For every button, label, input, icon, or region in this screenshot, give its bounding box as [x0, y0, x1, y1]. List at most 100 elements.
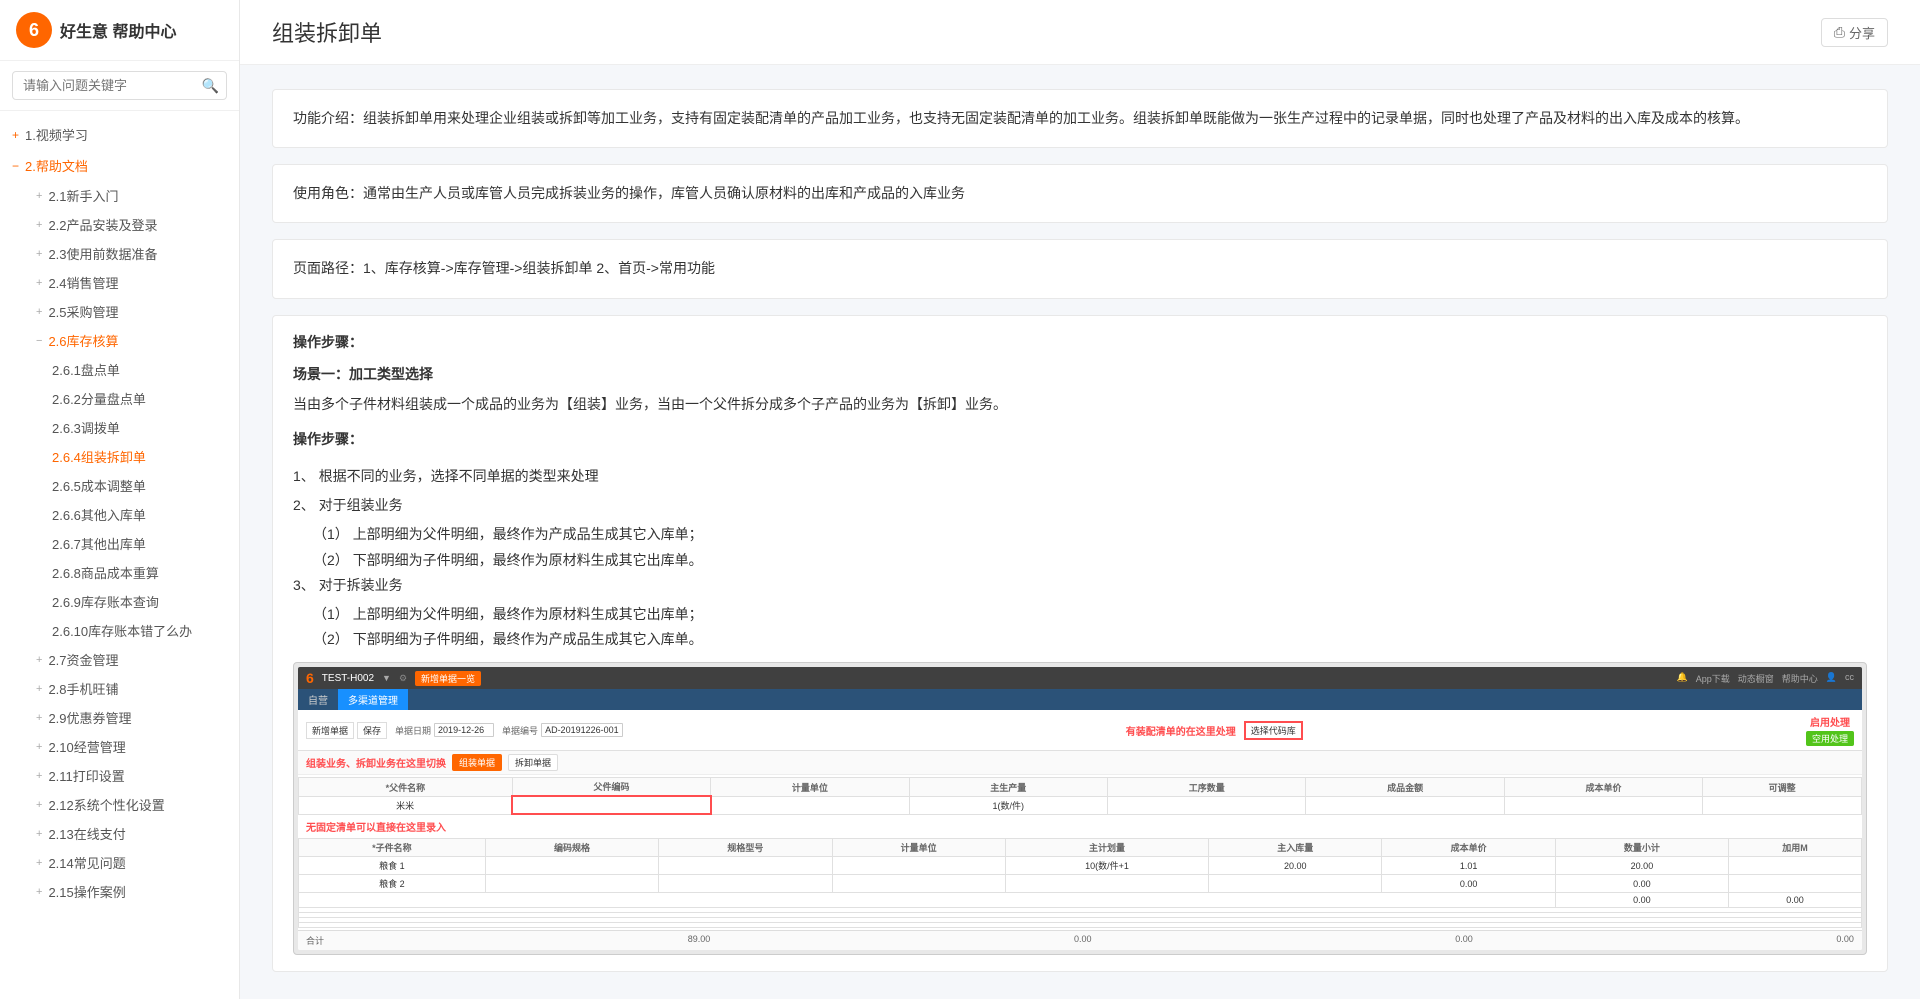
ss-lower-th-0: *子件名称 [299, 839, 486, 857]
ss-lower-r1-c7: 0.00 [1555, 875, 1728, 893]
ss-form-type-btns: 新增单据 保存 [306, 722, 387, 739]
ss-tab-row: 自营 多渠道管理 [298, 689, 1862, 710]
plus-icon: + [12, 128, 19, 142]
ss-upper-table-container: *父件名称 父件编码 计量单位 主生产量 工序数量 成品金额 成本单价 可调整 [298, 775, 1862, 817]
ss-btn-save[interactable]: 保存 [357, 722, 387, 739]
sidebar-item-docs-29[interactable]: + 2.9优惠券管理 [24, 703, 239, 732]
sidebar-item-docs-23[interactable]: + 2.3使用前数据准备 [24, 239, 239, 268]
ss-confirm-btn[interactable]: 选择代码库 [1244, 721, 1303, 740]
ss-lower-th-2: 规格型号 [659, 839, 832, 857]
ss-annotation-4: 无固定清单可以直接在这里录入 [306, 819, 446, 834]
ss-confirm-group: 选择代码库 [1244, 721, 1303, 740]
ss-type-btn-1[interactable]: 组装单据 [452, 754, 502, 771]
plus-icon: + [36, 828, 42, 840]
sidebar-item-label: 1.视频学习 [25, 125, 88, 144]
plus-icon: + [36, 190, 42, 202]
plus-icon: + [36, 654, 42, 666]
ss-tab-duoqudao[interactable]: 多渠道管理 [338, 689, 408, 710]
sidebar-item-docs-21[interactable]: + 2.1新手入门 [24, 181, 239, 210]
ss-upper-th-4: 工序数量 [1108, 778, 1306, 797]
share-button[interactable]: ⎙ 分享 [1821, 18, 1888, 47]
table-row: 粮食 1 10(数/件+1 20.00 1.01 20.00 [299, 857, 1862, 875]
sidebar-sub-269[interactable]: 2.6.9库存账本查询 [40, 587, 239, 616]
search-icon[interactable]: 🔍 [202, 77, 219, 94]
ss-footer-total-4: 0.00 [1836, 934, 1854, 947]
content-header: 组装拆卸单 ⎙ 分享 [240, 0, 1920, 65]
ss-upper-th-7: 可调整 [1703, 778, 1862, 797]
ss-header-bar: 6 TEST-H002 ▼ ⚙ 新增单据一览 🔔 App下载 动态橱窗 帮助中心… [298, 667, 1862, 689]
ss-approve-btn[interactable]: 空用处理 [1806, 731, 1854, 746]
ss-upper-table: *父件名称 父件编码 计量单位 主生产量 工序数量 成品金额 成本单价 可调整 [298, 777, 1862, 815]
ss-lower-r1-c3 [832, 875, 1005, 893]
sidebar-sub-262[interactable]: 2.6.2分量盘点单 [40, 384, 239, 413]
ss-date-group: 单据日期 2019-12-26 [395, 723, 494, 737]
sidebar-item-docs-24[interactable]: + 2.4销售管理 [24, 268, 239, 297]
ss-lower-r1-c4 [1005, 875, 1208, 893]
sidebar-item-docs-215[interactable]: + 2.15操作案例 [24, 877, 239, 906]
steps-list: 操作步骤： 1、 根据不同的业务，选择不同单据的类型来处理 2、 对于组装业务 … [293, 427, 1867, 653]
sidebar-sub-265[interactable]: 2.6.5成本调整单 [40, 471, 239, 500]
plus-icon: + [36, 741, 42, 753]
nav-tree: + 1.视频学习 − 2.帮助文档 + 2.1新手入门 + 2.2产品安装及登录 [0, 111, 239, 999]
ss-date-input[interactable]: 2019-12-26 [434, 723, 494, 737]
sidebar-item-docs-213[interactable]: + 2.13在线支付 [24, 819, 239, 848]
ss-annotation-area: 有装配清单的在这里处理 选择代码库 [631, 721, 1798, 740]
ss-type-btn-2[interactable]: 拆卸单据 [508, 754, 558, 771]
step-2: 2、 对于组装业务 [293, 493, 1867, 518]
ss-num-group: 单据编号 AD-20191226-001 [502, 723, 623, 737]
sidebar-header: 6 好生意 帮助中心 [0, 0, 239, 61]
sidebar-item-docs-26[interactable]: − 2.6库存核算 [24, 326, 239, 355]
ss-btn-new[interactable]: 新增单据 [306, 722, 354, 739]
sidebar-item-docs-28[interactable]: + 2.8手机旺铺 [24, 674, 239, 703]
ss-tab-ziying[interactable]: 自营 [298, 689, 338, 710]
sidebar-item-docs[interactable]: − 2.帮助文档 + 2.1新手入门 + 2.2产品安装及登录 + 2.3使用前… [0, 150, 239, 906]
ss-footer-total-1: 89.00 [688, 934, 711, 947]
sidebar-sub-266[interactable]: 2.6.6其他入库单 [40, 500, 239, 529]
sidebar-item-docs-27[interactable]: + 2.7资金管理 [24, 645, 239, 674]
sidebar-item-docs-212[interactable]: + 2.12系统个性化设置 [24, 790, 239, 819]
sidebar-item-docs-214[interactable]: + 2.14常见问题 [24, 848, 239, 877]
table-row: 0.000.00 [299, 893, 1862, 908]
ss-lower-r0-c8 [1729, 857, 1862, 875]
sidebar-item-docs-211[interactable]: + 2.11打印设置 [24, 761, 239, 790]
ss-lower-r1-c1 [485, 875, 658, 893]
role-block: 使用角色：通常由生产人员或库管人员完成拆装业务的操作，库管人员确认原材料的出库和… [272, 164, 1888, 223]
ss-lower-table-container: *子件名称 编码规格 规格型号 计量单位 主计划量 主入库量 成本单价 数量小计… [298, 836, 1862, 930]
scenario-desc: 当由多个子件材料组装成一个成品的业务为【组装】业务，当由一个父件拆分成多个子产品… [293, 392, 1867, 417]
search-input[interactable] [12, 71, 227, 100]
step-3-1: （1） 上部明细为父件明细，最终作为原材料生成其它出库单； [313, 602, 1867, 627]
ss-date-label: 单据日期 [395, 724, 431, 737]
sidebar-item-video[interactable]: + 1.视频学习 [0, 119, 239, 150]
sidebar-sub-263[interactable]: 2.6.3调拨单 [40, 413, 239, 442]
ss-upper-cell-0-5 [1306, 796, 1504, 814]
sidebar-item-docs-25[interactable]: + 2.5采购管理 [24, 297, 239, 326]
ss-num-input[interactable]: AD-20191226-001 [541, 723, 623, 737]
sidebar: 6 好生意 帮助中心 🔍 + 1.视频学习 − 2.帮助文档 + 2.1新手入门 [0, 0, 240, 999]
sidebar-sub-2610[interactable]: 2.6.10库存账本错了么办 [40, 616, 239, 645]
ss-lower-r0-c4: 10(数/件+1 [1005, 857, 1208, 875]
sidebar-item-docs-22[interactable]: + 2.2产品安装及登录 [24, 210, 239, 239]
sidebar-sub-264[interactable]: 2.6.4组装拆卸单 [40, 442, 239, 471]
ss-lower-th-4: 主计划量 [1005, 839, 1208, 857]
ss-lower-r1-c2 [659, 875, 832, 893]
sidebar-item-docs-210[interactable]: + 2.10经营管理 [24, 732, 239, 761]
ss-lower-r0-c0: 粮食 1 [299, 857, 486, 875]
ss-upper-th-2: 计量单位 [711, 778, 909, 797]
ss-approve-group: 启用处理 空用处理 [1806, 714, 1854, 746]
sidebar-sub-268[interactable]: 2.6.8商品成本重算 [40, 558, 239, 587]
ss-lower-r1-c0: 粮食 2 [299, 875, 486, 893]
ss-upper-cell-0-6 [1504, 796, 1702, 814]
sidebar-sub-267[interactable]: 2.6.7其他出库单 [40, 529, 239, 558]
ss-lower-th-5: 主入库量 [1209, 839, 1382, 857]
ss-num-label: 单据编号 [502, 724, 538, 737]
step-2-2: （2） 下部明细为子件明细，最终作为原材料生成其它出库单。 [313, 548, 1867, 573]
ss-lower-r0-c5: 20.00 [1209, 857, 1382, 875]
ss-topbar-link-6: cc [1845, 672, 1854, 685]
step-3: 3、 对于拆装业务 [293, 573, 1867, 598]
ss-lower-r0-c2 [659, 857, 832, 875]
ss-new-order-btn[interactable]: 新增单据一览 [415, 671, 481, 686]
page-title: 组装拆卸单 [272, 16, 382, 48]
sidebar-sub-261[interactable]: 2.6.1盘点单 [40, 355, 239, 384]
ss-footer-total-3: 0.00 [1455, 934, 1473, 947]
logo-icon: 6 [16, 12, 52, 48]
